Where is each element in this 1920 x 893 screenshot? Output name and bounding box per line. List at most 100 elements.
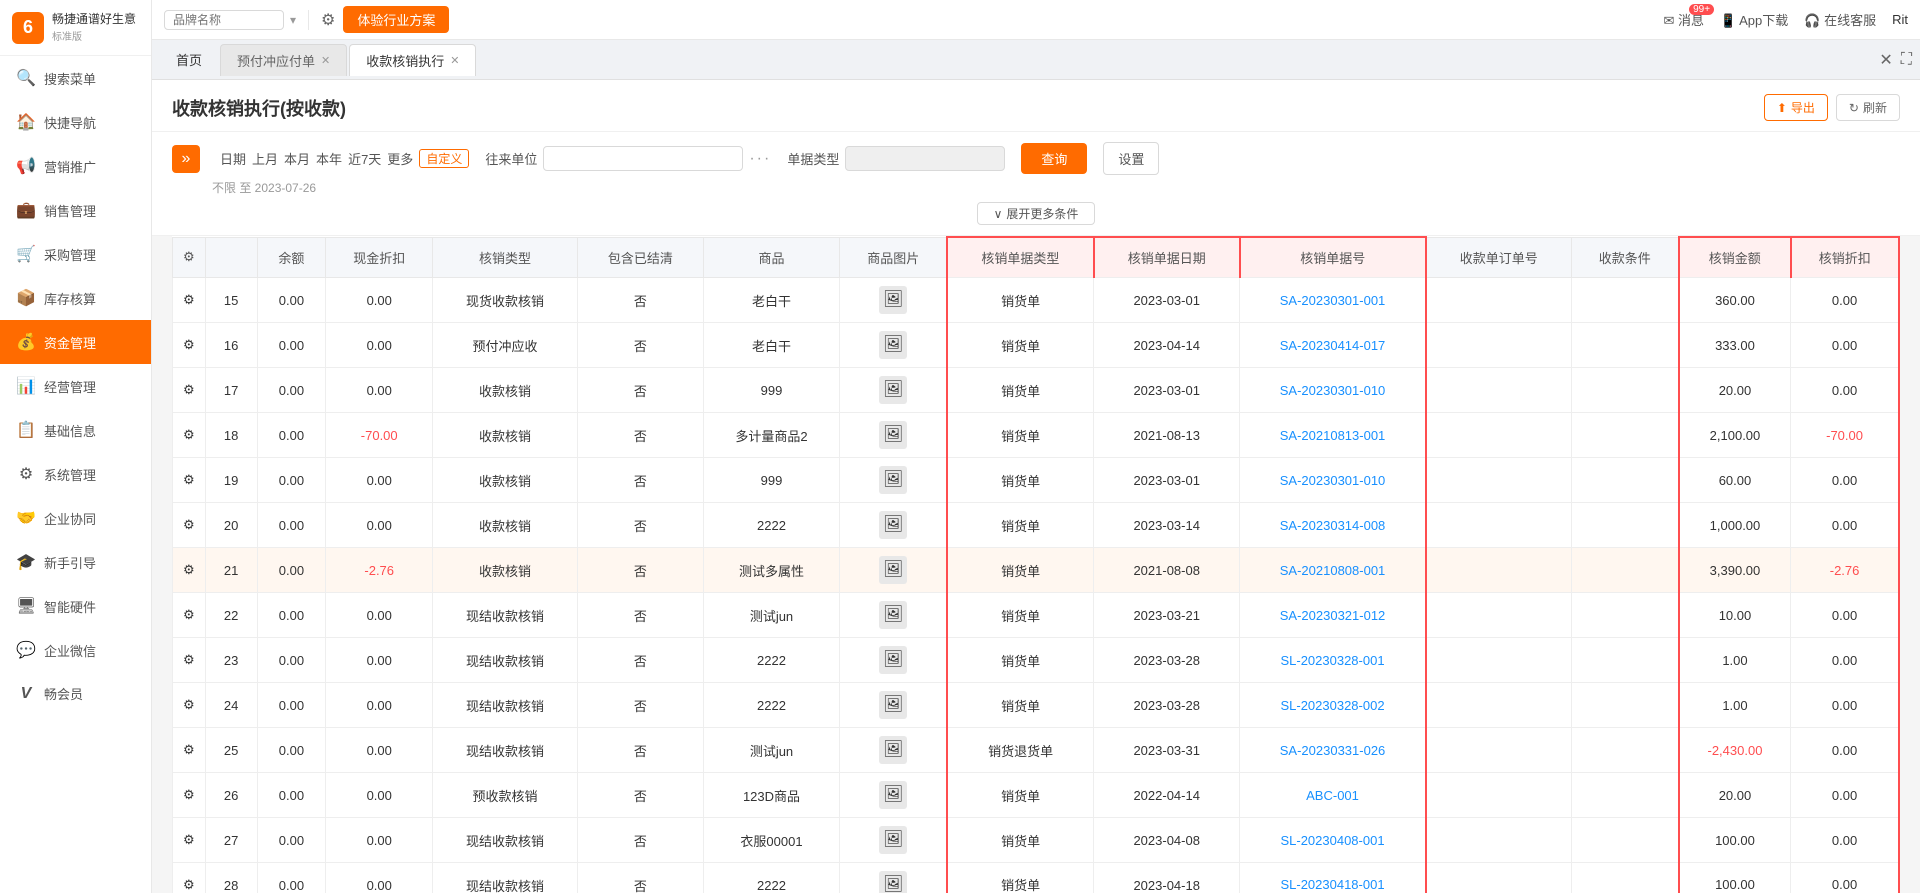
sidebar-item-sales[interactable]: 💼 销售管理 — [0, 188, 151, 232]
voucher-no-link[interactable]: SA-20230301-001 — [1280, 293, 1386, 308]
th-product-image: 商品图片 — [840, 237, 948, 278]
close-collection-tab-icon[interactable]: ✕ — [450, 54, 459, 67]
online-service-button[interactable]: 🎧 在线客服 — [1804, 10, 1876, 29]
setting-button[interactable]: 设置 — [1103, 142, 1159, 175]
row-gear[interactable]: ⚙ — [173, 413, 206, 458]
close-prepay-tab-icon[interactable]: ✕ — [321, 54, 330, 67]
row-verify-voucher-date: 2021-08-08 — [1094, 548, 1240, 593]
close-all-tabs-icon[interactable]: ✕ — [1879, 50, 1892, 70]
row-gear[interactable]: ⚙ — [173, 278, 206, 323]
row-collection-order-no — [1426, 728, 1572, 773]
tabbar: 首页 预付冲应付单 ✕ 收款核销执行 ✕ ✕ ⛶ — [152, 40, 1920, 80]
sidebar-item-purchase[interactable]: 🛒 采购管理 — [0, 232, 151, 276]
query-button[interactable]: 查询 — [1021, 143, 1087, 174]
voucher-no-link[interactable]: SA-20230314-008 — [1280, 518, 1386, 533]
message-icon: ✉ — [1664, 13, 1675, 28]
sidebar-item-system[interactable]: ⚙ 系统管理 — [0, 452, 151, 496]
app-download-button[interactable]: 📱 App下载 — [1720, 10, 1788, 29]
voucher-no-link[interactable]: SA-20230331-026 — [1280, 743, 1386, 758]
row-gear[interactable]: ⚙ — [173, 863, 206, 893]
brand-input[interactable] — [164, 10, 284, 30]
maximize-icon[interactable]: ⛶ — [1901, 51, 1912, 69]
row-gear[interactable]: ⚙ — [173, 368, 206, 413]
sidebar-item-finance[interactable]: 💰 资金管理 — [0, 320, 151, 364]
sidebar-item-smart[interactable]: 🖥 智能硬件 — [0, 584, 151, 628]
row-verify-voucher-date: 2022-04-14 — [1094, 773, 1240, 818]
row-seq: 24 — [205, 683, 257, 728]
sidebar-item-corp[interactable]: 🤝 企业协同 — [0, 496, 151, 540]
row-gear[interactable]: ⚙ — [173, 548, 206, 593]
voucher-no-link[interactable]: SA-20230321-012 — [1280, 608, 1386, 623]
sidebar-item-wechat[interactable]: 💬 企业微信 — [0, 628, 151, 672]
row-collection-terms — [1571, 593, 1679, 638]
voucher-no-link[interactable]: SL-20230328-001 — [1280, 653, 1384, 668]
row-gear[interactable]: ⚙ — [173, 773, 206, 818]
voucher-no-link[interactable]: SA-20230301-010 — [1280, 383, 1386, 398]
tab-collection[interactable]: 收款核销执行 ✕ — [349, 44, 476, 76]
voucher-no-link[interactable]: ABC-001 — [1306, 788, 1359, 803]
sidebar-item-member[interactable]: V 畅会员 — [0, 672, 151, 715]
row-verify-voucher-date: 2023-03-01 — [1094, 368, 1240, 413]
sidebar-item-search[interactable]: 🔍 搜索菜单 — [0, 56, 151, 100]
sidebar-item-operations[interactable]: 📊 经营管理 — [0, 364, 151, 408]
row-gear[interactable]: ⚙ — [173, 683, 206, 728]
sidebar-item-inventory[interactable]: 📦 库存核算 — [0, 276, 151, 320]
voucher-no-link[interactable]: SL-20230418-001 — [1280, 877, 1384, 892]
voucher-no-link[interactable]: SL-20230328-002 — [1280, 698, 1384, 713]
filter-toggle-button[interactable]: » — [172, 145, 200, 173]
th-settings[interactable]: ⚙ — [173, 237, 206, 278]
refresh-button[interactable]: ↻ 刷新 — [1836, 94, 1900, 121]
row-include-settled: 否 — [577, 323, 703, 368]
date-more[interactable]: 更多 — [387, 149, 413, 168]
filter-row-1: » 日期 上月 本月 本年 近7天 更多 自定义 往来单位 ··· — [172, 142, 1900, 175]
row-gear[interactable]: ⚙ — [173, 818, 206, 863]
row-verify-voucher-type: 销货单 — [947, 593, 1093, 638]
voucher-no-link[interactable]: SA-20230301-010 — [1280, 473, 1386, 488]
row-verify-voucher-date: 2023-03-14 — [1094, 503, 1240, 548]
date-this-month[interactable]: 本月 — [284, 149, 310, 168]
row-include-settled: 否 — [577, 818, 703, 863]
row-gear[interactable]: ⚙ — [173, 458, 206, 503]
row-verify-discount: -2.76 — [1791, 548, 1899, 593]
voucher-no-link[interactable]: SL-20230408-001 — [1280, 833, 1384, 848]
voucher-no-link[interactable]: SA-20230414-017 — [1280, 338, 1386, 353]
settings-icon[interactable]: ⚙ — [321, 10, 335, 30]
finance-icon: 💰 — [16, 332, 36, 352]
row-gear[interactable]: ⚙ — [173, 638, 206, 683]
partner-input[interactable] — [543, 146, 743, 171]
row-collection-terms — [1571, 728, 1679, 773]
voucher-type-select[interactable] — [845, 146, 1005, 171]
voucher-no-link[interactable]: SA-20210808-001 — [1280, 563, 1386, 578]
row-gear[interactable]: ⚙ — [173, 593, 206, 638]
refresh-icon: ↻ — [1849, 101, 1859, 115]
expand-filter-button[interactable]: ∨ 展开更多条件 — [977, 202, 1096, 225]
date-last-month[interactable]: 上月 — [252, 149, 278, 168]
row-gear[interactable]: ⚙ — [173, 503, 206, 548]
row-seq: 18 — [205, 413, 257, 458]
date-7days[interactable]: 近7天 — [348, 149, 381, 168]
table-row: ⚙ 24 0.00 0.00 现结收款核销 否 2222 🖼 销货单 2023-… — [173, 683, 1900, 728]
date-custom[interactable]: 自定义 — [419, 149, 469, 168]
row-gear[interactable]: ⚙ — [173, 728, 206, 773]
tab-home[interactable]: 首页 — [160, 44, 218, 75]
row-verify-voucher-type: 销货单 — [947, 818, 1093, 863]
th-collection-order-no: 收款单订单号 — [1426, 237, 1572, 278]
date-this-year[interactable]: 本年 — [316, 149, 342, 168]
message-button[interactable]: ✉ 消息 99+ — [1664, 10, 1705, 29]
table-row: ⚙ 15 0.00 0.00 现货收款核销 否 老白干 🖼 销货单 2023-0… — [173, 278, 1900, 323]
sidebar-item-quick-nav[interactable]: 🏠 快捷导航 — [0, 100, 151, 144]
voucher-no-link[interactable]: SA-20210813-001 — [1280, 428, 1386, 443]
sidebar-item-basic[interactable]: 📋 基础信息 — [0, 408, 151, 452]
row-collection-terms — [1571, 863, 1679, 893]
row-verify-amount: 1,000.00 — [1679, 503, 1791, 548]
export-button[interactable]: ⬆ 导出 — [1764, 94, 1828, 121]
partner-label: 往来单位 — [485, 149, 537, 168]
sidebar-item-guide[interactable]: 🎓 新手引导 — [0, 540, 151, 584]
solution-button[interactable]: 体验行业方案 — [343, 6, 449, 33]
row-gear[interactable]: ⚙ — [173, 323, 206, 368]
headset-icon: 🎧 — [1804, 13, 1820, 28]
sidebar-item-marketing[interactable]: 📢 营销推广 — [0, 144, 151, 188]
partner-more-icon[interactable]: ··· — [749, 150, 771, 168]
row-verify-voucher-no: SA-20230331-026 — [1240, 728, 1426, 773]
tab-prepay[interactable]: 预付冲应付单 ✕ — [220, 44, 347, 76]
